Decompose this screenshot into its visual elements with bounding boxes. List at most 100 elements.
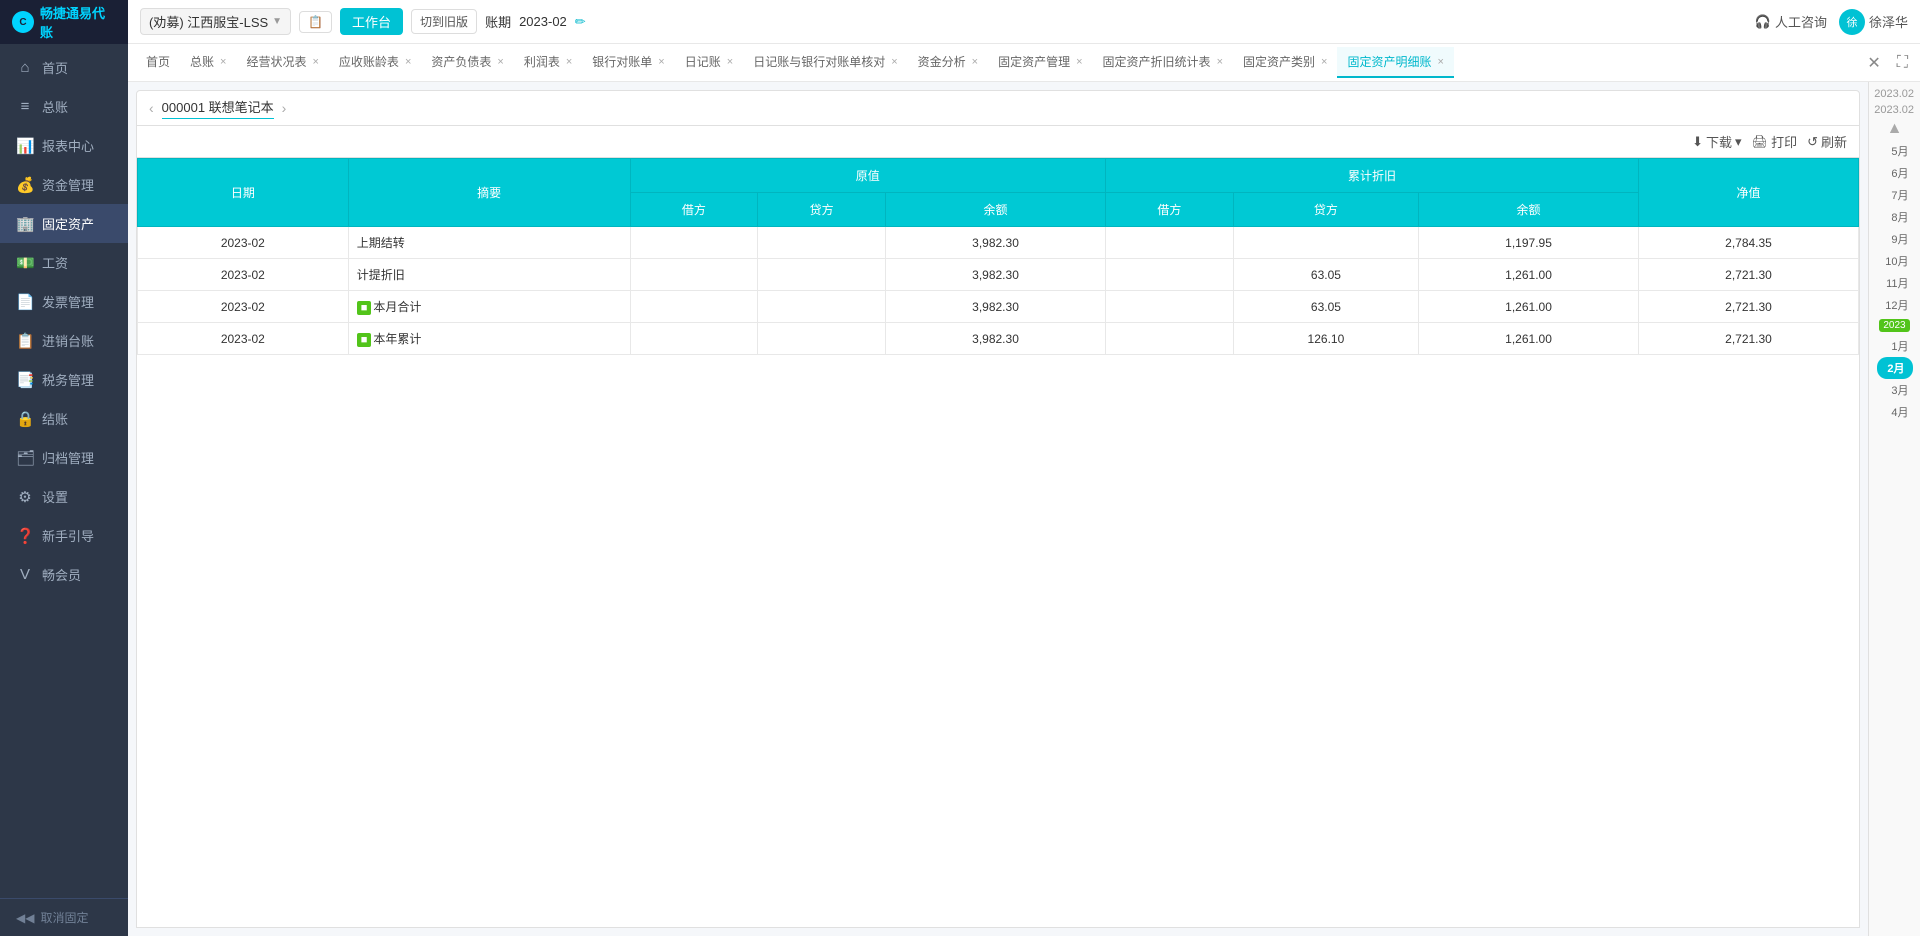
cell-date: 2023-02	[138, 227, 349, 259]
sidebar-item-label: 新手引导	[42, 526, 94, 545]
old-version-button[interactable]: 切到旧版	[411, 9, 477, 34]
timeline-month-6[interactable]: 6月	[1877, 162, 1913, 184]
close-icon[interactable]: ×	[566, 56, 572, 68]
download-button[interactable]: ⬇ 下载 ▾	[1692, 132, 1741, 151]
tab-journal[interactable]: 日记账 ×	[675, 47, 743, 78]
sidebar-item-reports[interactable]: 📊 报表中心	[0, 126, 128, 165]
tab-profit[interactable]: 利润表 ×	[514, 47, 582, 78]
cell-orig-credit	[758, 291, 886, 323]
service-label: 人工咨询	[1775, 12, 1827, 31]
closing-icon: 🔒	[16, 410, 34, 428]
copy-button[interactable]: 📋	[299, 11, 332, 33]
sidebar-unpin[interactable]: ◀◀ 取消固定	[0, 898, 128, 936]
user-menu[interactable]: 徐 徐泽华	[1839, 9, 1908, 35]
close-icon[interactable]: ×	[405, 56, 411, 68]
close-icon[interactable]: ×	[658, 56, 664, 68]
sidebar-item-fixed-assets[interactable]: 🏢 固定资产	[0, 204, 128, 243]
sidebar-item-home[interactable]: ⌂ 首页	[0, 48, 128, 87]
cell-dep-balance: 1,261.00	[1419, 323, 1639, 355]
year-2023-badge: 2023	[1879, 319, 1909, 332]
timeline-month-10[interactable]: 10月	[1877, 250, 1913, 272]
sidebar-item-payroll[interactable]: 💵 工资	[0, 243, 128, 282]
service-button[interactable]: 🎧 人工咨询	[1755, 12, 1827, 31]
tab-ledger[interactable]: 总账 ×	[180, 47, 236, 78]
workbench-button[interactable]: 工作台	[340, 8, 403, 35]
back-arrow-button[interactable]: ‹	[149, 100, 154, 116]
cell-summary: ■本年累计	[348, 323, 630, 355]
tab-fixed-mgmt[interactable]: 固定资产管理 ×	[988, 47, 1092, 78]
refresh-button[interactable]: ↺ 刷新	[1807, 132, 1847, 151]
timeline-month-12[interactable]: 12月	[1877, 294, 1913, 316]
timeline-month-7[interactable]: 7月	[1877, 184, 1913, 206]
sidebar-item-tax[interactable]: 📑 税务管理	[0, 360, 128, 399]
tab-journal-bank[interactable]: 日记账与银行对账单核对 ×	[743, 47, 907, 78]
tab-label: 日记账与银行对账单核对	[753, 53, 885, 70]
guide-icon: ❓	[16, 527, 34, 545]
timeline-month-1[interactable]: 1月	[1877, 335, 1913, 357]
tab-receivable[interactable]: 应收账龄表 ×	[329, 47, 421, 78]
sidebar-item-member[interactable]: V 畅会员	[0, 555, 128, 594]
col-dep-balance: 余额	[1419, 193, 1639, 227]
cell-orig-debit	[630, 259, 758, 291]
tab-bank-statement[interactable]: 银行对账单 ×	[582, 47, 674, 78]
tab-maximize-button[interactable]: ⛶	[1893, 50, 1912, 76]
tax-icon: 📑	[16, 371, 34, 389]
company-selector[interactable]: (劝募) 江西服宝-LSS ▼	[140, 8, 291, 35]
tab-label: 总账	[190, 53, 214, 70]
company-name: (劝募) 江西服宝-LSS	[149, 12, 268, 31]
close-icon[interactable]: ×	[312, 56, 318, 68]
cell-dep-debit	[1105, 227, 1233, 259]
close-icon[interactable]: ×	[1217, 56, 1223, 68]
tab-funds-analysis[interactable]: 资金分析 ×	[908, 47, 988, 78]
cell-dep-credit	[1233, 227, 1418, 259]
tab-label: 日记账	[685, 53, 721, 70]
tab-close-all-button[interactable]: ✕	[1863, 49, 1884, 77]
period-edit-icon[interactable]: ✏	[575, 14, 586, 30]
close-icon[interactable]: ×	[497, 56, 503, 68]
cell-dep-credit: 126.10	[1233, 323, 1418, 355]
tab-operations[interactable]: 经营状况表 ×	[236, 47, 328, 78]
sidebar-item-guide[interactable]: ❓ 新手引导	[0, 516, 128, 555]
summary-badge: ■	[357, 301, 372, 315]
sidebar: C 畅捷通易代账 ⌂ 首页 ≡ 总账 📊 报表中心 💰 资金管理 🏢 固定资产 …	[0, 0, 128, 936]
timeline-month-3[interactable]: 3月	[1877, 379, 1913, 401]
close-icon[interactable]: ×	[972, 56, 978, 68]
sidebar-logo: C 畅捷通易代账	[0, 0, 128, 44]
sidebar-item-closing[interactable]: 🔒 结账	[0, 399, 128, 438]
print-button[interactable]: 🖨 打印	[1752, 132, 1798, 151]
tab-fixed-type[interactable]: 固定资产类别 ×	[1233, 47, 1337, 78]
asset-nav-bar: ‹ 000001 联想笔记本 ›	[136, 90, 1860, 126]
sidebar-item-funds[interactable]: 💰 资金管理	[0, 165, 128, 204]
sidebar-item-settings[interactable]: ⚙ 设置	[0, 477, 128, 516]
table-row: 2023-02 计提折旧 3,982.30 63.05 1,261.00 2,7…	[138, 259, 1859, 291]
close-icon[interactable]: ×	[1321, 56, 1327, 68]
timeline-month-5[interactable]: 5月	[1877, 140, 1913, 162]
tab-balance[interactable]: 资产负债表 ×	[421, 47, 513, 78]
close-icon[interactable]: ×	[891, 56, 897, 68]
timeline-month-9[interactable]: 9月	[1877, 228, 1913, 250]
refresh-icon: ↺	[1807, 134, 1818, 150]
close-icon[interactable]: ×	[1437, 56, 1443, 68]
sidebar-item-ledger[interactable]: ≡ 总账	[0, 87, 128, 126]
forward-arrow-button[interactable]: ›	[282, 100, 287, 116]
close-icon[interactable]: ×	[727, 56, 733, 68]
tab-home[interactable]: 首页	[136, 47, 180, 78]
sidebar-item-archive[interactable]: 🗂 归档管理	[0, 438, 128, 477]
cell-net-value: 2,784.35	[1639, 227, 1859, 259]
tab-label: 银行对账单	[592, 53, 652, 70]
tab-fixed-deprec[interactable]: 固定资产折旧统计表 ×	[1093, 47, 1233, 78]
timeline-month-4[interactable]: 4月	[1877, 401, 1913, 423]
sidebar-item-label: 进销台账	[42, 331, 94, 350]
sidebar-item-sales[interactable]: 📋 进销台账	[0, 321, 128, 360]
timeline-month-2-active[interactable]: 2月	[1877, 357, 1913, 379]
timeline-month-8[interactable]: 8月	[1877, 206, 1913, 228]
tab-fixed-detail[interactable]: 固定资产明细账 ×	[1337, 47, 1453, 78]
close-icon[interactable]: ×	[220, 56, 226, 68]
close-icon[interactable]: ×	[1076, 56, 1082, 68]
timeline-month-11[interactable]: 11月	[1877, 272, 1913, 294]
sidebar-item-label: 发票管理	[42, 292, 94, 311]
cell-net-value: 2,721.30	[1639, 291, 1859, 323]
timeline-up-button[interactable]: ▲	[1887, 120, 1903, 138]
topbar: (劝募) 江西服宝-LSS ▼ 📋 工作台 切到旧版 账期 2023-02 ✏ …	[128, 0, 1920, 44]
sidebar-item-invoice[interactable]: 📄 发票管理	[0, 282, 128, 321]
